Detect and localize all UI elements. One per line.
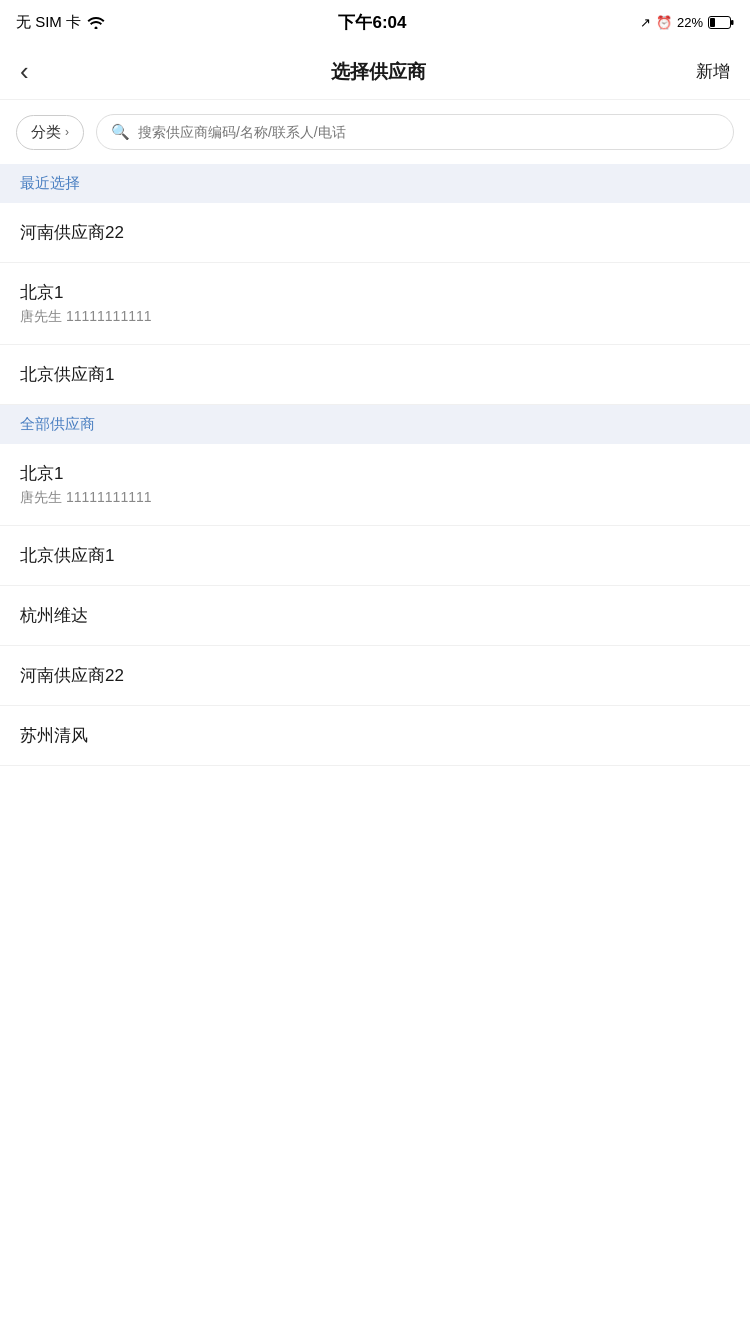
search-input[interactable]: [138, 124, 719, 140]
item-sub: 唐先生 11111111111: [20, 489, 730, 507]
svg-rect-2: [731, 20, 734, 25]
location-icon: ↗: [640, 15, 651, 30]
list-item[interactable]: 河南供应商22: [0, 203, 750, 263]
filter-row: 分类 › 🔍: [0, 100, 750, 164]
list-item[interactable]: 苏州清风: [0, 706, 750, 766]
sim-status: 无 SIM 卡: [16, 13, 81, 32]
item-sub: 唐先生 11111111111: [20, 308, 730, 326]
list-item[interactable]: 北京供应商1: [0, 526, 750, 586]
list-item[interactable]: 北京供应商1: [0, 345, 750, 405]
item-name: 河南供应商22: [20, 221, 730, 244]
item-name: 苏州清风: [20, 724, 730, 747]
alarm-icon: ⏰: [656, 15, 672, 30]
back-button[interactable]: ‹: [20, 56, 60, 87]
status-time: 下午6:04: [338, 11, 406, 34]
list-item[interactable]: 河南供应商22: [0, 646, 750, 706]
supplier-list: 最近选择河南供应商22 北京1 唐先生 11111111111 北京供应商1 全部供应商…: [0, 164, 750, 766]
add-button[interactable]: 新增: [696, 60, 730, 83]
status-right: ↗ ⏰ 22%: [640, 15, 734, 30]
item-name: 北京1: [20, 462, 730, 485]
list-item[interactable]: 北京1 唐先生 11111111111: [0, 444, 750, 526]
item-name: 杭州维达: [20, 604, 730, 627]
nav-bar: ‹ 选择供应商 新增: [0, 44, 750, 100]
list-item[interactable]: 杭州维达: [0, 586, 750, 646]
section-title-all: 全部供应商: [20, 415, 95, 432]
list-item[interactable]: 北京1 唐先生 11111111111: [0, 263, 750, 345]
page-title: 选择供应商: [331, 59, 426, 85]
section-title-recent: 最近选择: [20, 174, 80, 191]
battery-percentage: 22%: [677, 15, 703, 30]
item-name: 北京供应商1: [20, 363, 730, 386]
item-name: 北京1: [20, 281, 730, 304]
item-name: 河南供应商22: [20, 664, 730, 687]
battery-icon: [708, 16, 734, 29]
item-name: 北京供应商1: [20, 544, 730, 567]
svg-rect-1: [710, 18, 715, 27]
category-filter-button[interactable]: 分类 ›: [16, 115, 84, 150]
status-bar: 无 SIM 卡 下午6:04 ↗ ⏰ 22%: [0, 0, 750, 44]
search-icon: 🔍: [111, 123, 130, 141]
section-header-all: 全部供应商: [0, 405, 750, 444]
category-label: 分类: [31, 123, 61, 142]
chevron-icon: ›: [65, 125, 69, 139]
search-box[interactable]: 🔍: [96, 114, 734, 150]
status-left: 无 SIM 卡: [16, 13, 105, 32]
wifi-icon: [87, 15, 105, 29]
section-header-recent: 最近选择: [0, 164, 750, 203]
